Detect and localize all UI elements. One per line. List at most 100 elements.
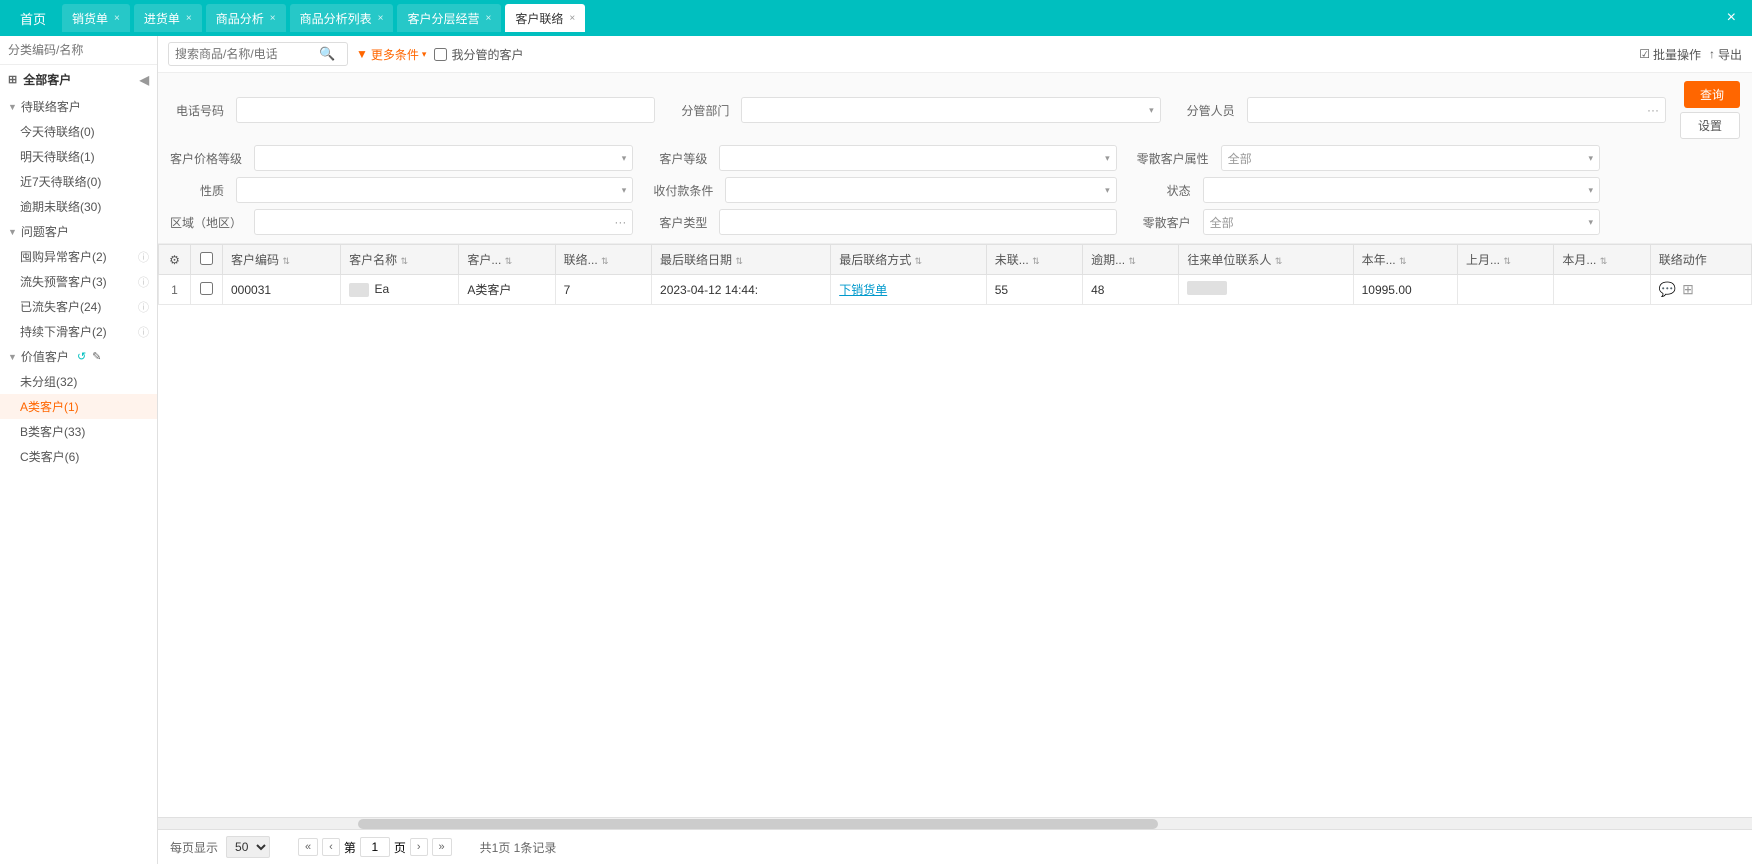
sidebar-item-churn-warning[interactable]: 流失预警客户(3) ⓘ: [0, 269, 157, 294]
filter-control-dept[interactable]: ▾: [741, 97, 1160, 123]
filter-field-customerlevel: 客户等级 ▾: [653, 145, 1116, 171]
sidebar-search-box: 🔍: [0, 36, 157, 65]
sidebar-item-churned[interactable]: 已流失客户(24) ⓘ: [0, 294, 157, 319]
filter-retailcustomer-value: 全部: [1210, 214, 1585, 231]
sort-icon-notcontacted[interactable]: ⇅: [1032, 256, 1040, 266]
settings-button[interactable]: 设置: [1680, 112, 1740, 139]
nav-tab-customersegment-close[interactable]: ×: [485, 13, 491, 24]
sort-icon-contactperson[interactable]: ⇅: [1275, 256, 1283, 266]
sort-icon-overdue[interactable]: ⇅: [1128, 256, 1136, 266]
prev-page-button[interactable]: ‹: [322, 838, 340, 856]
sidebar-collapse-button[interactable]: ◀: [140, 73, 149, 87]
nav-tab-productanalysis-close[interactable]: ×: [270, 13, 276, 24]
filter-search-icon[interactable]: 🔍: [319, 46, 335, 62]
sort-icon-name[interactable]: ⇅: [401, 256, 409, 266]
filter-control-nature[interactable]: ▾: [236, 177, 633, 203]
sidebar-group-value[interactable]: ▼ 价值客户 ↺ ✎: [0, 344, 157, 369]
td-name: Ea: [341, 275, 459, 305]
page-size-select[interactable]: 50: [226, 836, 270, 858]
nav-home[interactable]: 首页: [8, 0, 58, 36]
horizontal-scrollbar[interactable]: [158, 817, 1752, 829]
first-page-button[interactable]: «: [298, 838, 318, 856]
th-settings[interactable]: ⚙: [159, 245, 191, 275]
sidebar-group-pending[interactable]: ▼ 待联络客户: [0, 94, 157, 119]
filter-retailattr-value: 全部: [1228, 150, 1585, 167]
sidebar-item-unclassified[interactable]: 未分组(32): [0, 369, 157, 394]
filter-control-region[interactable]: ···: [254, 209, 633, 235]
export-button[interactable]: ↑ 导出: [1709, 46, 1742, 63]
all-customers-header[interactable]: ⊞ 全部客户 ◀: [0, 65, 157, 94]
qr-icon[interactable]: ⊞: [1682, 281, 1694, 298]
sort-icon-lastmonth[interactable]: ⇅: [1503, 256, 1511, 266]
nav-tab-salesorder-close[interactable]: ×: [114, 13, 120, 24]
nav-tab-customersegment[interactable]: 客户分层经营 ×: [397, 4, 501, 32]
chat-icon[interactable]: 💬: [1659, 281, 1676, 298]
nav-tab-productanalysis-label: 商品分析: [216, 10, 264, 27]
row-checkbox[interactable]: [200, 282, 213, 295]
scrollbar-thumb[interactable]: [358, 819, 1158, 829]
filter-more-arrow: ▾: [422, 49, 427, 60]
sidebar-item-class-a[interactable]: A类客户(1): [0, 394, 157, 419]
next-page-button[interactable]: ›: [410, 838, 428, 856]
nav-tab-productlist[interactable]: 商品分析列表 ×: [290, 4, 394, 32]
sort-icon-contactcount[interactable]: ⇅: [601, 256, 609, 266]
td-name-text: Ea: [375, 282, 390, 296]
td-actions: 💬 ⊞: [1650, 275, 1751, 305]
filter-control-phone[interactable]: [236, 97, 655, 123]
filter-control-customerlevel[interactable]: ▾: [719, 145, 1116, 171]
nav-tab-salesorder[interactable]: 销货单 ×: [62, 4, 130, 32]
filter-control-retailattr[interactable]: 全部 ▾: [1221, 145, 1600, 171]
sort-icon-lastcontactdate[interactable]: ⇅: [735, 256, 743, 266]
filter-control-payment[interactable]: ▾: [725, 177, 1116, 203]
settings-icon[interactable]: ⚙: [169, 253, 180, 267]
td-index: 1: [159, 275, 191, 305]
sidebar-item-class-b[interactable]: B类客户(33): [0, 419, 157, 444]
last-contact-method-link[interactable]: 下销货单: [839, 283, 887, 297]
td-checkbox[interactable]: [191, 275, 223, 305]
refresh-icon[interactable]: ↺: [77, 350, 86, 363]
filter-more-button[interactable]: ▼ 更多条件 ▾: [356, 46, 426, 63]
sort-icon-lastcontactmethod[interactable]: ⇅: [915, 256, 923, 266]
sidebar-item-7days[interactable]: 近7天待联络(0): [0, 169, 157, 194]
nav-tab-productlist-close[interactable]: ×: [378, 13, 384, 24]
dots-region: ···: [614, 215, 626, 229]
filter-search-input[interactable]: [175, 47, 315, 61]
nav-tab-purchaseorder[interactable]: 进货单 ×: [134, 4, 202, 32]
nav-tab-productanalysis[interactable]: 商品分析 ×: [206, 4, 286, 32]
th-name: 客户名称 ⇅: [341, 245, 459, 275]
nav-tab-purchaseorder-close[interactable]: ×: [186, 13, 192, 24]
sort-icon-customertype[interactable]: ⇅: [505, 256, 513, 266]
sidebar-item-declining[interactable]: 持续下滑客户(2) ⓘ: [0, 319, 157, 344]
select-all-checkbox[interactable]: [200, 252, 213, 265]
sidebar-item-abnormal[interactable]: 囤购异常客户(2) ⓘ: [0, 244, 157, 269]
th-checkbox[interactable]: [191, 245, 223, 275]
dropdown-arrow-customerlevel: ▾: [1105, 153, 1110, 164]
sidebar-group-problem[interactable]: ▼ 问题客户: [0, 219, 157, 244]
nav-tab-customercontact[interactable]: 客户联络 ×: [505, 4, 585, 32]
sidebar-item-class-c[interactable]: C类客户(6): [0, 444, 157, 469]
sort-icon-code[interactable]: ⇅: [282, 256, 290, 266]
sidebar-item-today[interactable]: 今天待联络(0): [0, 119, 157, 144]
filter-control-retailcustomer[interactable]: 全部 ▾: [1203, 209, 1600, 235]
filter-control-status[interactable]: ▾: [1203, 177, 1600, 203]
query-button[interactable]: 查询: [1684, 81, 1740, 108]
sidebar-search-input[interactable]: [8, 43, 158, 57]
sidebar-item-class-c-label: C类客户(6): [20, 448, 149, 465]
last-page-button[interactable]: »: [432, 838, 452, 856]
filter-control-manager[interactable]: ···: [1247, 97, 1666, 123]
edit-icon[interactable]: ✎: [92, 350, 101, 363]
my-customers-checkbox[interactable]: [434, 48, 447, 61]
batch-ops-button[interactable]: ☑ 批量操作: [1639, 46, 1701, 63]
page-nav: « ‹ 第 页 › »: [298, 837, 452, 857]
nav-tab-customercontact-close[interactable]: ×: [569, 13, 575, 24]
sidebar-item-overdue[interactable]: 逾期未联络(30): [0, 194, 157, 219]
close-all-button[interactable]: ×: [1719, 9, 1744, 27]
filter-control-customertype[interactable]: [719, 209, 1116, 235]
sort-icon-thismonth[interactable]: ⇅: [1600, 256, 1608, 266]
info-icon-churn-warning: ⓘ: [138, 274, 149, 290]
sidebar-item-tomorrow[interactable]: 明天待联络(1): [0, 144, 157, 169]
sort-icon-thisyear[interactable]: ⇅: [1399, 256, 1407, 266]
page-num-input[interactable]: [360, 837, 390, 857]
filter-control-pricelevel[interactable]: ▾: [254, 145, 633, 171]
td-lastcontactmethod[interactable]: 下销货单: [831, 275, 987, 305]
